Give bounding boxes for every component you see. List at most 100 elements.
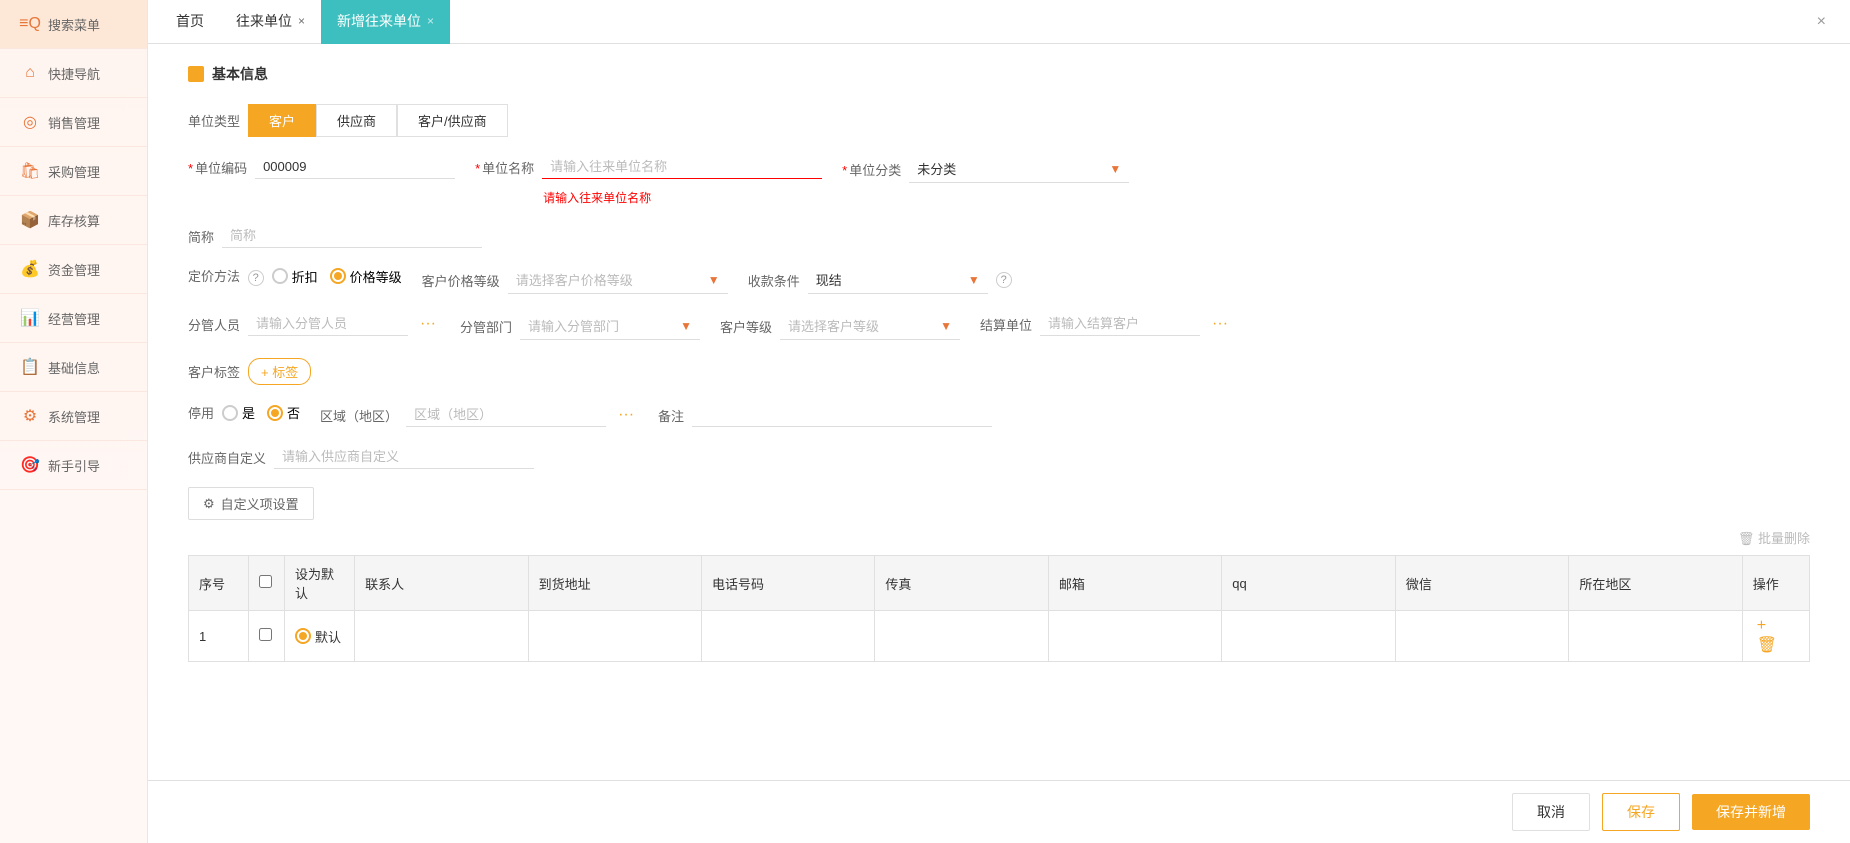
pricing-discount[interactable]: 折扣 bbox=[272, 267, 318, 286]
qq-input[interactable] bbox=[1232, 629, 1385, 644]
settlement-unit-input[interactable] bbox=[1040, 312, 1200, 336]
row-add-button[interactable]: + bbox=[1753, 617, 1770, 635]
row-checkbox[interactable] bbox=[249, 611, 285, 662]
unit-type-group: 单位类型 客户 供应商 客户/供应商 bbox=[188, 104, 508, 137]
col-wechat: 微信 bbox=[1395, 556, 1568, 611]
row-qq[interactable] bbox=[1222, 611, 1396, 662]
unit-category-arrow: ▼ bbox=[1109, 162, 1121, 176]
col-region: 所在地区 bbox=[1569, 556, 1742, 611]
short-name-input[interactable] bbox=[222, 224, 482, 248]
tab-partners[interactable]: 往来单位 × bbox=[220, 0, 321, 44]
row-region[interactable] bbox=[1569, 611, 1742, 662]
row-fax[interactable] bbox=[875, 611, 1048, 662]
sidebar-item-label: 销售管理 bbox=[48, 113, 100, 132]
sidebar-item-finance[interactable]: 💰 资金管理 bbox=[0, 245, 147, 294]
tab-new-partner[interactable]: 新增往来单位 × bbox=[321, 0, 450, 44]
tab-new-partner-close[interactable]: × bbox=[427, 14, 434, 28]
pricing-radio-group: 折扣 价格等级 bbox=[272, 267, 402, 286]
pricing-level[interactable]: 价格等级 bbox=[330, 267, 402, 286]
manager-row: 分管人员 ··· 分管部门 请输入分管部门 ▼ 客户等级 请选择客户等级 ▼ 结… bbox=[188, 312, 1810, 340]
row-default-radio[interactable]: 默认 bbox=[295, 627, 344, 646]
sidebar-item-newbie[interactable]: 🎯 新手引导 bbox=[0, 441, 147, 490]
sidebar-item-label: 经营管理 bbox=[48, 309, 100, 328]
region-table-input[interactable] bbox=[1579, 629, 1731, 644]
row-email[interactable] bbox=[1048, 611, 1221, 662]
footer-bar: 取消 保存 保存并新增 bbox=[148, 780, 1850, 843]
sidebar-item-quick-nav[interactable]: ⌂ 快捷导航 bbox=[0, 49, 147, 98]
contact-input[interactable] bbox=[365, 629, 517, 644]
sidebar-item-sales[interactable]: ◎ 销售管理 bbox=[0, 98, 147, 147]
row-wechat[interactable] bbox=[1395, 611, 1568, 662]
row-address[interactable] bbox=[528, 611, 701, 662]
batch-delete[interactable]: 🗑 批量删除 bbox=[188, 528, 1810, 547]
sales-icon: ◎ bbox=[20, 112, 40, 132]
wechat-input[interactable] bbox=[1406, 629, 1558, 644]
email-input[interactable] bbox=[1059, 629, 1211, 644]
unit-name-input[interactable] bbox=[542, 155, 822, 179]
manager-group: 分管人员 ··· bbox=[188, 312, 440, 336]
section-title: 基本信息 bbox=[188, 64, 1810, 84]
sidebar-item-search[interactable]: ≡Q 搜索菜单 bbox=[0, 0, 147, 49]
remark-input[interactable] bbox=[692, 403, 992, 427]
table-select-all[interactable] bbox=[259, 575, 272, 588]
custom-settings-button[interactable]: ⚙ 自定义项设置 bbox=[188, 487, 314, 520]
row-select[interactable] bbox=[259, 628, 272, 641]
col-default: 设为默认 bbox=[285, 556, 355, 611]
unit-code-input[interactable] bbox=[255, 155, 455, 179]
unit-btn-supplier[interactable]: 供应商 bbox=[316, 104, 397, 137]
payment-terms-value: 现结 bbox=[816, 270, 964, 289]
supplier-custom-input[interactable] bbox=[274, 445, 534, 469]
region-input[interactable] bbox=[406, 403, 606, 427]
unit-type-buttons: 客户 供应商 客户/供应商 bbox=[248, 104, 508, 137]
pricing-discount-radio bbox=[272, 268, 288, 284]
customer-tag-label: 客户标签 bbox=[188, 362, 240, 381]
sidebar-item-inventory[interactable]: 📦 库存核算 bbox=[0, 196, 147, 245]
row-contact[interactable] bbox=[355, 611, 528, 662]
manager-input[interactable] bbox=[248, 312, 408, 336]
unit-category-select[interactable]: 未分类 ▼ bbox=[909, 155, 1129, 183]
customer-price-level-select[interactable]: 请选择客户价格等级 ▼ bbox=[508, 266, 728, 294]
base-icon: 📋 bbox=[20, 357, 40, 377]
add-tag-button[interactable]: + 标签 bbox=[248, 358, 311, 385]
customer-level-select[interactable]: 请选择客户等级 ▼ bbox=[780, 312, 960, 340]
unit-btn-customer[interactable]: 客户 bbox=[248, 104, 316, 137]
cancel-button[interactable]: 取消 bbox=[1512, 793, 1590, 831]
customer-tag-row: 客户标签 + 标签 bbox=[188, 358, 1810, 385]
disabled-no[interactable]: 否 bbox=[267, 403, 300, 422]
row-phone[interactable] bbox=[702, 611, 875, 662]
sidebar-item-operation[interactable]: 📊 经营管理 bbox=[0, 294, 147, 343]
col-no: 序号 bbox=[189, 556, 249, 611]
col-checkbox[interactable] bbox=[249, 556, 285, 611]
save-button[interactable]: 保存 bbox=[1602, 793, 1680, 831]
fax-input[interactable] bbox=[885, 629, 1037, 644]
customer-level-arrow: ▼ bbox=[940, 319, 952, 333]
col-action: 操作 bbox=[1742, 556, 1809, 611]
region-dots[interactable]: ··· bbox=[614, 406, 638, 424]
sidebar-item-base[interactable]: 📋 基础信息 bbox=[0, 343, 147, 392]
disabled-yes[interactable]: 是 bbox=[222, 403, 255, 422]
settlement-unit-dots[interactable]: ··· bbox=[1208, 315, 1232, 333]
form-area: 基本信息 单位类型 客户 供应商 客户/供应商 *单位编码 *单位名称 bbox=[148, 44, 1850, 780]
address-input[interactable] bbox=[539, 629, 691, 644]
customer-level-group: 客户等级 请选择客户等级 ▼ bbox=[720, 312, 960, 340]
unit-btn-both[interactable]: 客户/供应商 bbox=[397, 104, 508, 137]
row-delete-button[interactable]: 🗑 bbox=[1753, 635, 1781, 655]
sidebar-item-label: 采购管理 bbox=[48, 162, 100, 181]
payment-terms-select[interactable]: 现结 ▼ bbox=[808, 266, 988, 294]
system-icon: ⚙ bbox=[20, 406, 40, 426]
table-row: 1 默认 bbox=[189, 611, 1810, 662]
newbie-icon: 🎯 bbox=[20, 455, 40, 475]
save-new-button[interactable]: 保存并新增 bbox=[1692, 794, 1810, 830]
region-group: 区域（地区） ··· bbox=[320, 403, 638, 427]
section-icon bbox=[188, 66, 204, 82]
department-select[interactable]: 请输入分管部门 ▼ bbox=[520, 312, 700, 340]
tab-home[interactable]: 首页 bbox=[160, 0, 220, 44]
phone-input[interactable] bbox=[712, 629, 864, 644]
manager-dots[interactable]: ··· bbox=[416, 315, 440, 333]
row-default[interactable]: 默认 bbox=[285, 611, 355, 662]
payment-terms-group: 收款条件 现结 ▼ ? bbox=[748, 266, 1012, 294]
sidebar-item-purchase[interactable]: 🛍 采购管理 bbox=[0, 147, 147, 196]
sidebar-item-system[interactable]: ⚙ 系统管理 bbox=[0, 392, 147, 441]
tab-bar-close[interactable]: × bbox=[1805, 13, 1838, 31]
tab-partners-close[interactable]: × bbox=[298, 14, 305, 28]
